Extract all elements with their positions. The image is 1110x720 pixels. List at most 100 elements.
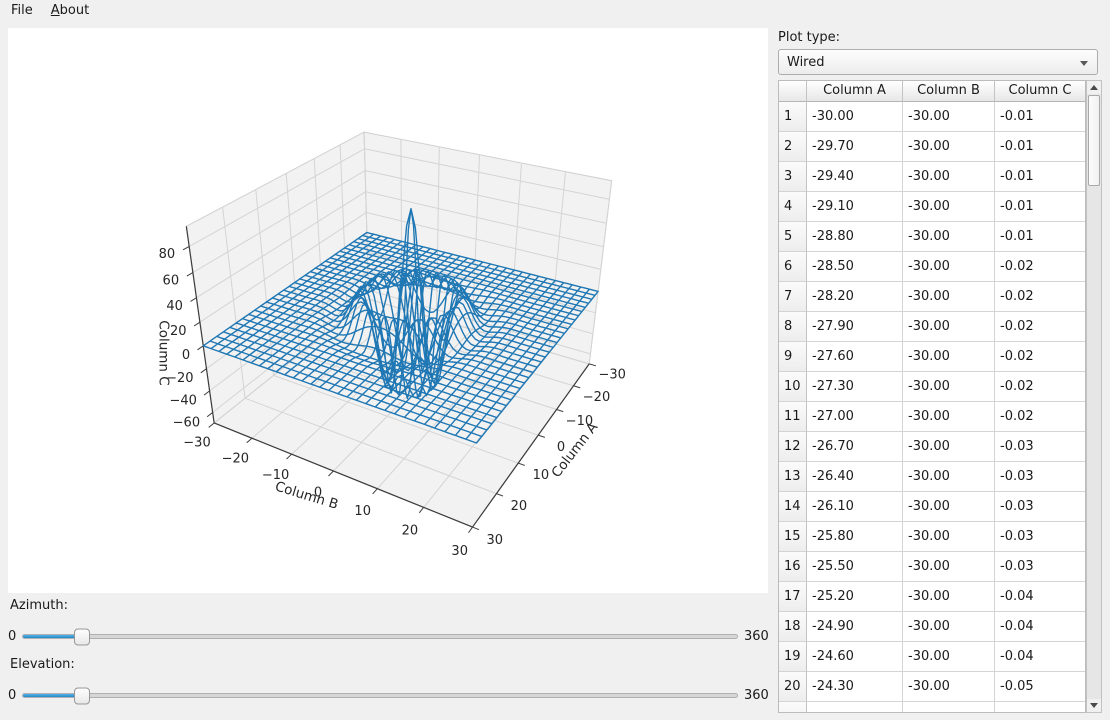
cell-column-a[interactable]: -28.50 — [807, 252, 903, 282]
cell-column-a[interactable] — [807, 702, 903, 713]
table-row[interactable]: 5-28.80-30.00-0.01 — [779, 222, 1085, 252]
table-row[interactable]: 9-27.60-30.00-0.02 — [779, 342, 1085, 372]
cell-column-c[interactable]: -0.04 — [995, 642, 1086, 672]
cell-column-c[interactable]: -0.01 — [995, 192, 1086, 222]
table-row[interactable]: 18-24.90-30.00-0.04 — [779, 612, 1085, 642]
table-row[interactable]: 19-24.60-30.00-0.04 — [779, 642, 1085, 672]
cell-column-b[interactable] — [903, 702, 995, 713]
cell-column-b[interactable]: -30.00 — [903, 462, 995, 492]
cell-column-b[interactable]: -30.00 — [903, 372, 995, 402]
cell-column-a[interactable]: -27.30 — [807, 372, 903, 402]
cell-column-a[interactable]: -27.90 — [807, 312, 903, 342]
cell-column-c[interactable]: -0.03 — [995, 552, 1086, 582]
row-number[interactable]: 16 — [779, 552, 807, 582]
row-number[interactable]: 8 — [779, 312, 807, 342]
table-row[interactable]: 15-25.80-30.00-0.03 — [779, 522, 1085, 552]
row-number[interactable]: 7 — [779, 282, 807, 312]
row-number[interactable]: 20 — [779, 672, 807, 702]
cell-column-b[interactable]: -30.00 — [903, 672, 995, 702]
cell-column-b[interactable]: -30.00 — [903, 222, 995, 252]
row-number[interactable]: 15 — [779, 522, 807, 552]
cell-column-c[interactable]: -0.02 — [995, 372, 1086, 402]
row-number[interactable]: 5 — [779, 222, 807, 252]
cell-column-a[interactable]: -26.40 — [807, 462, 903, 492]
table-row[interactable]: 13-26.40-30.00-0.03 — [779, 462, 1085, 492]
row-number[interactable]: 4 — [779, 192, 807, 222]
azimuth-slider[interactable] — [22, 634, 738, 639]
cell-column-c[interactable]: -0.03 — [995, 432, 1086, 462]
scroll-up-button[interactable] — [1087, 81, 1101, 94]
cell-column-a[interactable]: -29.40 — [807, 162, 903, 192]
cell-column-b[interactable]: -30.00 — [903, 612, 995, 642]
cell-column-a[interactable]: -24.60 — [807, 642, 903, 672]
row-number[interactable]: 6 — [779, 252, 807, 282]
cell-column-b[interactable]: -30.00 — [903, 642, 995, 672]
table-row[interactable]: 1-30.00-30.00-0.01 — [779, 102, 1085, 132]
cell-column-c[interactable]: -0.01 — [995, 222, 1086, 252]
vertical-scrollbar[interactable] — [1086, 80, 1102, 713]
cell-column-a[interactable]: -29.10 — [807, 192, 903, 222]
cell-column-c[interactable]: -0.03 — [995, 462, 1086, 492]
cell-column-a[interactable]: -28.20 — [807, 282, 903, 312]
menu-item-file[interactable]: File — [2, 1, 42, 21]
plot-type-dropdown[interactable]: Wired — [778, 49, 1098, 75]
elevation-slider-handle[interactable] — [74, 687, 90, 704]
cell-column-a[interactable]: -26.70 — [807, 432, 903, 462]
table-row[interactable]: 7-28.20-30.00-0.02 — [779, 282, 1085, 312]
table-row-partial[interactable] — [779, 702, 1085, 713]
row-number[interactable]: 1 — [779, 102, 807, 132]
table-row[interactable]: 16-25.50-30.00-0.03 — [779, 552, 1085, 582]
row-number[interactable]: 14 — [779, 492, 807, 522]
cell-column-b[interactable]: -30.00 — [903, 522, 995, 552]
column-header[interactable]: Column B — [903, 81, 995, 102]
cell-column-b[interactable]: -30.00 — [903, 402, 995, 432]
cell-column-b[interactable]: -30.00 — [903, 252, 995, 282]
cell-column-b[interactable]: -30.00 — [903, 342, 995, 372]
row-number[interactable]: 12 — [779, 432, 807, 462]
cell-column-c[interactable]: -0.02 — [995, 342, 1086, 372]
row-number[interactable]: 18 — [779, 612, 807, 642]
cell-column-a[interactable]: -30.00 — [807, 102, 903, 132]
table-row[interactable]: 8-27.90-30.00-0.02 — [779, 312, 1085, 342]
table-row[interactable]: 2-29.70-30.00-0.01 — [779, 132, 1085, 162]
table-row[interactable]: 12-26.70-30.00-0.03 — [779, 432, 1085, 462]
cell-column-c[interactable]: -0.04 — [995, 582, 1086, 612]
row-number[interactable] — [779, 702, 807, 713]
table-row[interactable]: 3-29.40-30.00-0.01 — [779, 162, 1085, 192]
table-row[interactable]: 10-27.30-30.00-0.02 — [779, 372, 1085, 402]
cell-column-a[interactable]: -27.60 — [807, 342, 903, 372]
row-number[interactable]: 2 — [779, 132, 807, 162]
table-row[interactable]: 6-28.50-30.00-0.02 — [779, 252, 1085, 282]
row-number[interactable]: 17 — [779, 582, 807, 612]
table-row[interactable]: 20-24.30-30.00-0.05 — [779, 672, 1085, 702]
column-header[interactable]: Column C — [995, 81, 1086, 102]
cell-column-c[interactable]: -0.05 — [995, 672, 1086, 702]
cell-column-c[interactable]: -0.01 — [995, 102, 1086, 132]
cell-column-a[interactable]: -27.00 — [807, 402, 903, 432]
cell-column-b[interactable]: -30.00 — [903, 162, 995, 192]
cell-column-c[interactable]: -0.02 — [995, 282, 1086, 312]
table-row[interactable]: 14-26.10-30.00-0.03 — [779, 492, 1085, 522]
cell-column-c[interactable]: -0.02 — [995, 402, 1086, 432]
row-number[interactable]: 9 — [779, 342, 807, 372]
cell-column-a[interactable]: -25.20 — [807, 582, 903, 612]
cell-column-a[interactable]: -24.30 — [807, 672, 903, 702]
row-number[interactable]: 10 — [779, 372, 807, 402]
cell-column-a[interactable]: -28.80 — [807, 222, 903, 252]
cell-column-c[interactable]: -0.01 — [995, 132, 1086, 162]
cell-column-a[interactable]: -25.50 — [807, 552, 903, 582]
cell-column-a[interactable]: -25.80 — [807, 522, 903, 552]
menu-item-about[interactable]: About — [42, 1, 98, 21]
cell-column-c[interactable]: -0.02 — [995, 312, 1086, 342]
elevation-slider[interactable] — [22, 693, 738, 698]
table-row[interactable]: 17-25.20-30.00-0.04 — [779, 582, 1085, 612]
table-corner-header[interactable] — [779, 81, 807, 102]
cell-column-b[interactable]: -30.00 — [903, 432, 995, 462]
cell-column-a[interactable]: -29.70 — [807, 132, 903, 162]
cell-column-a[interactable]: -26.10 — [807, 492, 903, 522]
cell-column-b[interactable]: -30.00 — [903, 192, 995, 222]
scroll-down-button[interactable] — [1087, 699, 1101, 712]
row-number[interactable]: 19 — [779, 642, 807, 672]
row-number[interactable]: 11 — [779, 402, 807, 432]
cell-column-c[interactable]: -0.02 — [995, 252, 1086, 282]
